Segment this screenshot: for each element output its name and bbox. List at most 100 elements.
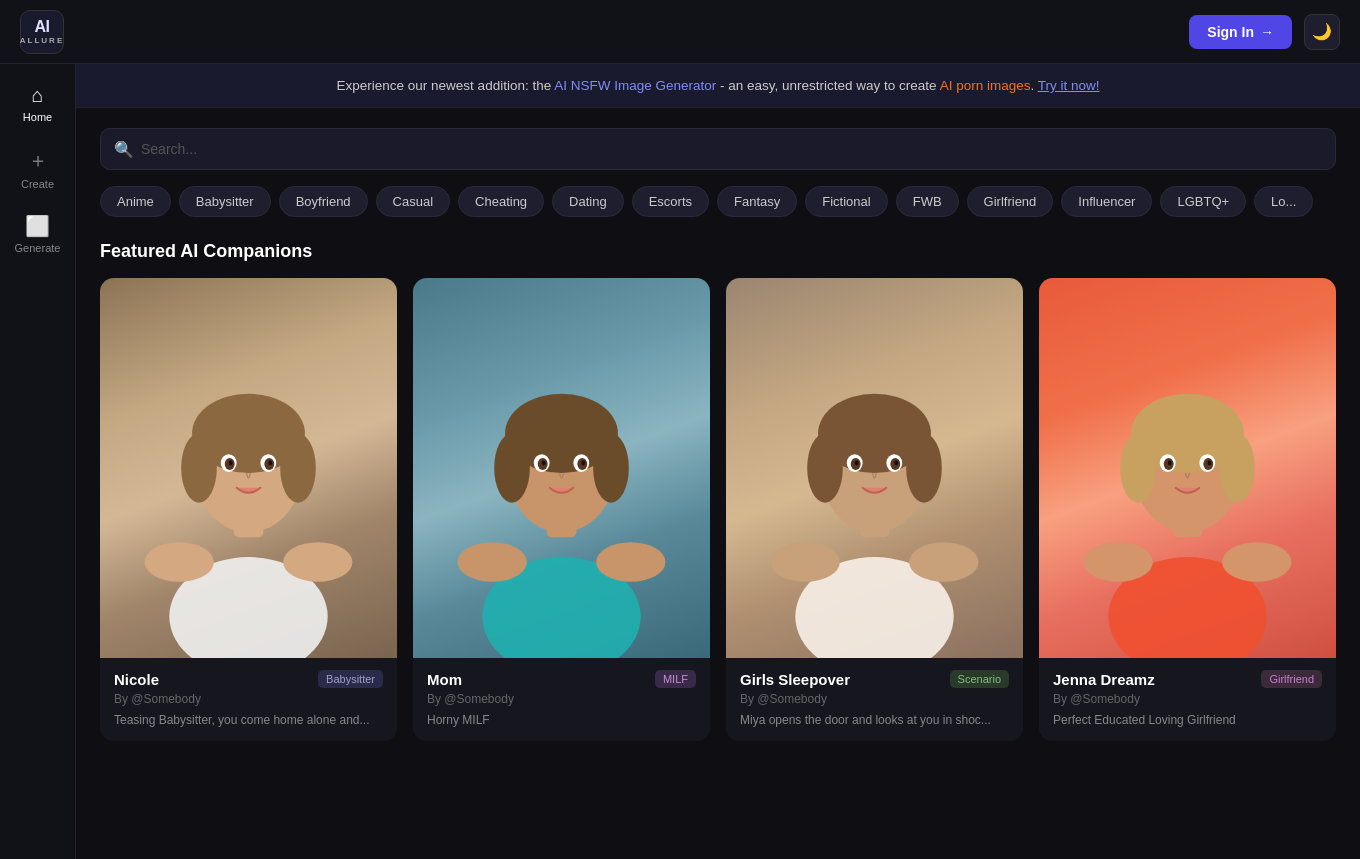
section-title: Featured AI Companions	[100, 241, 1336, 262]
search-icon: 🔍	[114, 140, 134, 159]
svg-point-19	[593, 433, 629, 502]
banner-link-try[interactable]: Try it now!	[1038, 78, 1100, 93]
generate-icon: ⬜	[25, 214, 50, 238]
svg-point-32	[807, 433, 843, 502]
svg-point-27	[596, 542, 665, 582]
moon-icon: 🌙	[1312, 22, 1332, 41]
card-badge-0: Babysitter	[318, 670, 383, 688]
svg-point-53	[1207, 461, 1211, 466]
card-image-0	[100, 278, 397, 658]
svg-point-52	[1168, 461, 1172, 466]
svg-point-24	[542, 461, 546, 466]
card-by-3: By @Somebody	[1053, 692, 1322, 706]
app-logo[interactable]: AI ALLURE	[20, 10, 64, 54]
svg-point-38	[855, 461, 859, 466]
tag-escorts[interactable]: Escorts	[632, 186, 709, 217]
tag-babysitter[interactable]: Babysitter	[179, 186, 271, 217]
tag-lo---[interactable]: Lo...	[1254, 186, 1313, 217]
card-1[interactable]: Mom MILF By @Somebody Horny MILF	[413, 278, 710, 741]
signin-label: Sign In	[1207, 24, 1254, 40]
svg-point-55	[1222, 542, 1291, 582]
tag-cheating[interactable]: Cheating	[458, 186, 544, 217]
logo-ai-text: AI	[35, 19, 50, 35]
tag-dating[interactable]: Dating	[552, 186, 624, 217]
svg-point-12	[145, 542, 214, 582]
card-desc-3: Perfect Educated Loving Girlfriend	[1053, 712, 1322, 729]
svg-point-26	[458, 542, 527, 582]
svg-point-25	[581, 461, 585, 466]
signin-arrow-icon: →	[1260, 24, 1274, 40]
svg-point-40	[771, 542, 840, 582]
sidebar-label-home: Home	[23, 111, 52, 123]
svg-point-47	[1219, 433, 1255, 502]
card-name-3: Jenna Dreamz	[1053, 671, 1155, 688]
card-desc-1: Horny MILF	[427, 712, 696, 729]
tag-fantasy[interactable]: Fantasy	[717, 186, 797, 217]
tag-fictional[interactable]: Fictional	[805, 186, 887, 217]
search-input[interactable]	[100, 128, 1336, 170]
content-area: 🔍 Anime Babysitter Boyfriend Casual Cheating…	[76, 108, 1360, 761]
card-image-1	[413, 278, 710, 658]
home-icon: ⌂	[31, 84, 43, 107]
tag-anime[interactable]: Anime	[100, 186, 171, 217]
tag-lgbtq-[interactable]: LGBTQ+	[1160, 186, 1246, 217]
svg-point-5	[280, 433, 316, 502]
card-desc-2: Miya opens the door and looks at you in …	[740, 712, 1009, 729]
banner-dot: .	[1030, 78, 1037, 93]
topbar-right: Sign In → 🌙	[1189, 14, 1340, 50]
card-by-2: By @Somebody	[740, 692, 1009, 706]
sidebar-label-generate: Generate	[15, 242, 61, 254]
svg-point-18	[494, 433, 530, 502]
card-info-0: Nicole Babysitter By @Somebody Teasing B…	[100, 658, 397, 741]
card-3[interactable]: Jenna Dreamz Girlfriend By @Somebody Per…	[1039, 278, 1336, 741]
card-badge-2: Scenario	[950, 670, 1009, 688]
card-info-2: Girls Sleepover Scenario By @Somebody Mi…	[726, 658, 1023, 741]
sidebar-item-generate[interactable]: ⬜ Generate	[6, 204, 70, 264]
svg-point-41	[909, 542, 978, 582]
banner-prefix: Experience our newest addition: the	[337, 78, 555, 93]
svg-point-10	[229, 461, 233, 466]
card-badge-1: MILF	[655, 670, 696, 688]
card-info-3: Jenna Dreamz Girlfriend By @Somebody Per…	[1039, 658, 1336, 741]
main-content: Experience our newest addition: the AI N…	[76, 64, 1360, 761]
svg-point-39	[894, 461, 898, 466]
banner-link-generator[interactable]: AI NSFW Image Generator	[554, 78, 716, 93]
theme-toggle-button[interactable]: 🌙	[1304, 14, 1340, 50]
card-by-0: By @Somebody	[114, 692, 383, 706]
topbar: AI ALLURE Sign In → 🌙	[0, 0, 1360, 64]
svg-point-13	[283, 542, 352, 582]
card-2[interactable]: Girls Sleepover Scenario By @Somebody Mi…	[726, 278, 1023, 741]
banner-middle: - an easy, unrestricted way to create	[716, 78, 939, 93]
card-0[interactable]: Nicole Babysitter By @Somebody Teasing B…	[100, 278, 397, 741]
tag-fwb[interactable]: FWB	[896, 186, 959, 217]
sidebar-item-create[interactable]: ＋ Create	[6, 137, 70, 200]
card-desc-0: Teasing Babysitter, you come home alone …	[114, 712, 383, 729]
card-image-2	[726, 278, 1023, 658]
tag-girlfriend[interactable]: Girlfriend	[967, 186, 1054, 217]
logo-allure-text: ALLURE	[20, 37, 64, 45]
sidebar-item-home[interactable]: ⌂ Home	[6, 74, 70, 133]
tag-influencer[interactable]: Influencer	[1061, 186, 1152, 217]
cards-grid: Nicole Babysitter By @Somebody Teasing B…	[100, 278, 1336, 741]
card-name-0: Nicole	[114, 671, 159, 688]
card-image-3	[1039, 278, 1336, 658]
banner-link-porn[interactable]: AI porn images	[940, 78, 1031, 93]
tag-casual[interactable]: Casual	[376, 186, 450, 217]
sidebar-label-create: Create	[21, 178, 54, 190]
search-wrapper: 🔍	[100, 128, 1336, 170]
plus-icon: ＋	[28, 147, 48, 174]
svg-point-33	[906, 433, 942, 502]
tags-row: Anime Babysitter Boyfriend Casual Cheating Da…	[100, 186, 1336, 217]
tag-boyfriend[interactable]: Boyfriend	[279, 186, 368, 217]
svg-point-11	[268, 461, 272, 466]
svg-point-4	[181, 433, 217, 502]
announcement-banner: Experience our newest addition: the AI N…	[76, 64, 1360, 108]
card-badge-3: Girlfriend	[1261, 670, 1322, 688]
sidebar: ⌂ Home ＋ Create ⬜ Generate	[0, 64, 76, 859]
card-info-1: Mom MILF By @Somebody Horny MILF	[413, 658, 710, 741]
svg-point-46	[1120, 433, 1156, 502]
card-by-1: By @Somebody	[427, 692, 696, 706]
svg-point-54	[1084, 542, 1153, 582]
signin-button[interactable]: Sign In →	[1189, 15, 1292, 49]
card-name-2: Girls Sleepover	[740, 671, 850, 688]
